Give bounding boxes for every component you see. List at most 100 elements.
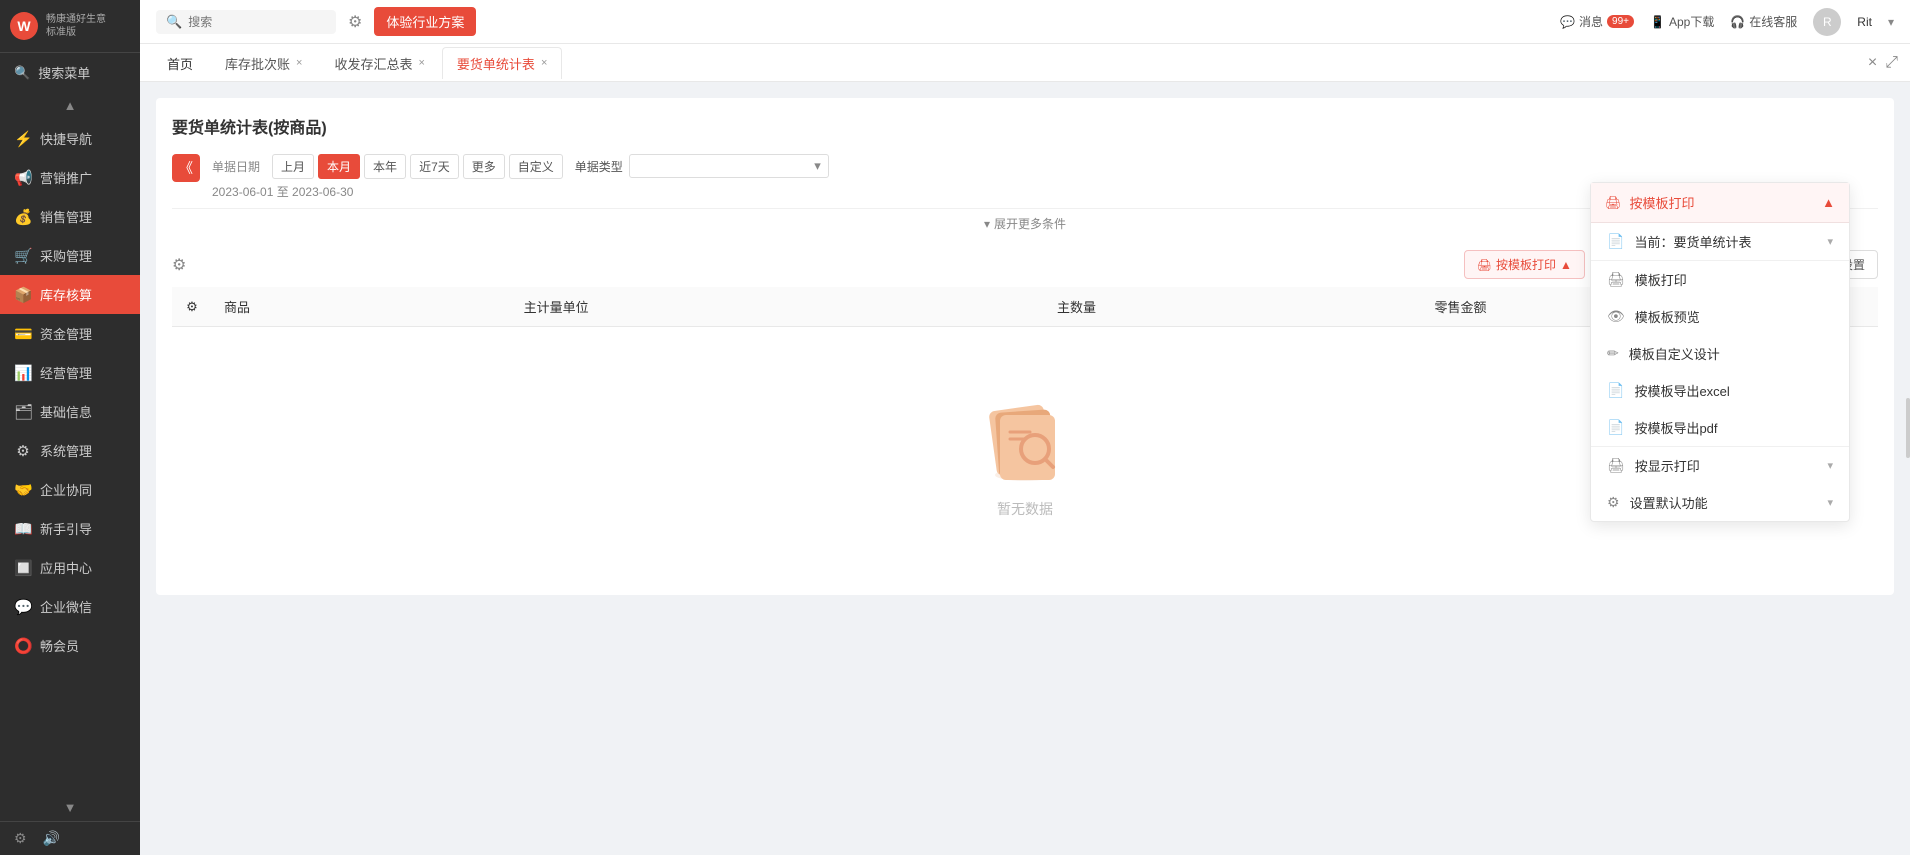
message-label: 消息	[1579, 13, 1603, 30]
user-name: Rit	[1857, 15, 1872, 29]
search-icon: 🔍	[14, 65, 30, 81]
quick-nav-icon: ⚡	[14, 130, 32, 148]
scroll-up-btn[interactable]: ▲	[0, 92, 140, 119]
sidebar-item-basic[interactable]: 🗂 基础信息	[0, 392, 140, 431]
print-dropdown-toggle[interactable]: ▲	[1560, 258, 1572, 272]
print-dropdown-header: 🖨 按模板打印 ▲	[1591, 183, 1849, 223]
topbar-search-box[interactable]: 🔍	[156, 10, 336, 34]
print-current-item[interactable]: 📄 当前：要货单统计表 ▾	[1591, 223, 1849, 260]
tab-close-order-stats[interactable]: ×	[541, 58, 547, 69]
avatar-initial: R	[1823, 15, 1832, 29]
toolbar-left: ⚙	[172, 255, 186, 275]
date-btn-more[interactable]: 更多	[463, 154, 505, 179]
tab-inventory-batch[interactable]: 库存批次账 ×	[210, 47, 317, 79]
tab-close-inventory-batch[interactable]: ×	[296, 58, 302, 69]
sidebar-item-quick-nav[interactable]: ⚡ 快捷导航	[0, 119, 140, 158]
sidebar-bottom: ⚙ 🔊	[0, 821, 140, 855]
sidebar-item-sales[interactable]: 💰 销售管理	[0, 197, 140, 236]
topbar-settings-icon[interactable]: ⚙	[348, 12, 362, 32]
topbar-search-icon: 🔍	[166, 14, 182, 30]
template-print-label: 模板打印	[1635, 270, 1687, 289]
order-type-filter-group: 单据类型	[575, 154, 829, 178]
sidebar-item-label: 经营管理	[40, 363, 92, 382]
print-item-template-print[interactable]: 🖨 模板打印	[1591, 261, 1849, 298]
print-dropdown: 🖨 按模板打印 ▲ 📄 当前：要货单统计表 ▾ 🖨 模板打印 👁 模板板预览	[1590, 182, 1850, 522]
current-print-icon: 📄	[1607, 233, 1624, 250]
template-print-icon: 🖨	[1607, 271, 1625, 288]
date-filter-group: 单据日期 上月 本月 本年 近7天 更多 自定义 2023-06-01 至 20…	[212, 154, 563, 200]
guide-icon: 📖	[14, 520, 32, 538]
app-name: 畅康通好生意	[46, 13, 106, 26]
marketing-icon: 📢	[14, 169, 32, 187]
expand-more-label: 展开更多条件	[994, 215, 1066, 232]
user-dropdown-icon[interactable]: ▾	[1888, 15, 1894, 29]
avatar[interactable]: R	[1813, 8, 1841, 36]
order-type-select[interactable]	[629, 154, 829, 178]
trial-btn[interactable]: 体验行业方案	[374, 7, 476, 36]
tab-order-stats[interactable]: 要货单统计表 ×	[442, 47, 562, 79]
gear-btn[interactable]: ⚙	[172, 255, 186, 275]
app-download-action[interactable]: 📱 App下载	[1650, 13, 1714, 30]
date-btn-this-year[interactable]: 本年	[364, 154, 406, 179]
print-item-template-preview[interactable]: 👁 模板板预览	[1591, 298, 1849, 335]
template-design-icon: ✏	[1607, 345, 1619, 362]
sidebar-item-marketing[interactable]: 📢 营销推广	[0, 158, 140, 197]
export-excel-icon: 📄	[1607, 382, 1624, 399]
sidebar-item-label: 资金管理	[40, 324, 92, 343]
message-action[interactable]: 💬 消息 99+	[1560, 13, 1634, 30]
print-item-display-print[interactable]: 🖨 按显示打印 ▾	[1591, 447, 1849, 484]
sidebar-item-purchase[interactable]: 🛒 采购管理	[0, 236, 140, 275]
sidebar-settings-icon[interactable]: ⚙	[14, 830, 27, 847]
print-icon: 🖨	[1477, 258, 1492, 272]
empty-icon	[975, 387, 1075, 487]
print-item-export-pdf[interactable]: 📄 按模板导出pdf	[1591, 409, 1849, 446]
sidebar-item-label: 企业微信	[40, 597, 92, 616]
sidebar-item-enterprise[interactable]: 🤝 企业协同	[0, 470, 140, 509]
sidebar-item-finance[interactable]: 💳 资金管理	[0, 314, 140, 353]
export-excel-label: 按模板导出excel	[1634, 381, 1729, 400]
app-logo-text: 畅康通好生意 标准版	[46, 13, 106, 39]
operations-icon: 📊	[14, 364, 32, 382]
maximize-tab-btn[interactable]: ⤢	[1885, 54, 1898, 72]
tabs-bar: 首页 库存批次账 × 收发存汇总表 × 要货单统计表 × × ⤢	[140, 44, 1910, 82]
sidebar-audio-icon[interactable]: 🔊	[43, 830, 60, 847]
date-btn-this-month[interactable]: 本月	[318, 154, 360, 179]
set-default-left: ⚙ 设置默认功能	[1607, 493, 1708, 512]
tab-receipt-summary[interactable]: 收发存汇总表 ×	[319, 47, 439, 79]
sidebar-item-guide[interactable]: 📖 新手引导	[0, 509, 140, 548]
close-tab-btn[interactable]: ×	[1868, 54, 1877, 72]
sidebar-item-inventory[interactable]: 📦 库存核算	[0, 275, 140, 314]
sidebar-item-system[interactable]: ⚙ 系统管理	[0, 431, 140, 470]
display-print-icon: 🖨	[1607, 457, 1625, 474]
col-product: 商品	[212, 287, 512, 327]
template-preview-label: 模板板预览	[1635, 307, 1700, 326]
search-menu-item[interactable]: 🔍 搜索菜单	[0, 53, 140, 92]
topbar-search-input[interactable]	[188, 15, 308, 29]
print-item-template-design[interactable]: ✏ 模板自定义设计	[1591, 335, 1849, 372]
filter-expand-btn[interactable]: 《	[172, 154, 200, 182]
col-gear[interactable]: ⚙	[172, 287, 212, 327]
online-service-action[interactable]: 🎧 在线客服	[1730, 13, 1797, 30]
tab-close-receipt-summary[interactable]: ×	[418, 58, 424, 69]
sidebar-item-member[interactable]: ⭕ 畅会员	[0, 626, 140, 665]
sidebar-item-wechat[interactable]: 💬 企业微信	[0, 587, 140, 626]
date-btn-last-month[interactable]: 上月	[272, 154, 314, 179]
print-item-export-excel[interactable]: 📄 按模板导出excel	[1591, 372, 1849, 409]
sidebar-item-label: 畅会员	[40, 636, 79, 655]
print-header-icon: 🖨	[1605, 195, 1622, 211]
col-qty: 主数量	[1045, 287, 1423, 327]
sidebar-item-operations[interactable]: 📊 经营管理	[0, 353, 140, 392]
member-icon: ⭕	[14, 637, 32, 655]
sidebar-item-app-center[interactable]: 🔲 应用中心	[0, 548, 140, 587]
display-print-arrow: ▾	[1827, 459, 1833, 472]
scroll-down-btn[interactable]: ▼	[0, 794, 140, 821]
date-btn-7days[interactable]: 近7天	[410, 154, 459, 179]
print-item-set-default[interactable]: ⚙ 设置默认功能 ▾	[1591, 484, 1849, 521]
tab-home[interactable]: 首页	[152, 47, 208, 79]
set-default-icon: ⚙	[1607, 494, 1620, 511]
print-template-btn[interactable]: 🖨 按模板打印 ▲	[1464, 250, 1585, 279]
print-collapse-icon[interactable]: ▲	[1822, 195, 1835, 210]
headset-icon: 🎧	[1730, 15, 1745, 29]
date-btn-custom[interactable]: 自定义	[509, 154, 563, 179]
app-center-icon: 🔲	[14, 559, 32, 577]
